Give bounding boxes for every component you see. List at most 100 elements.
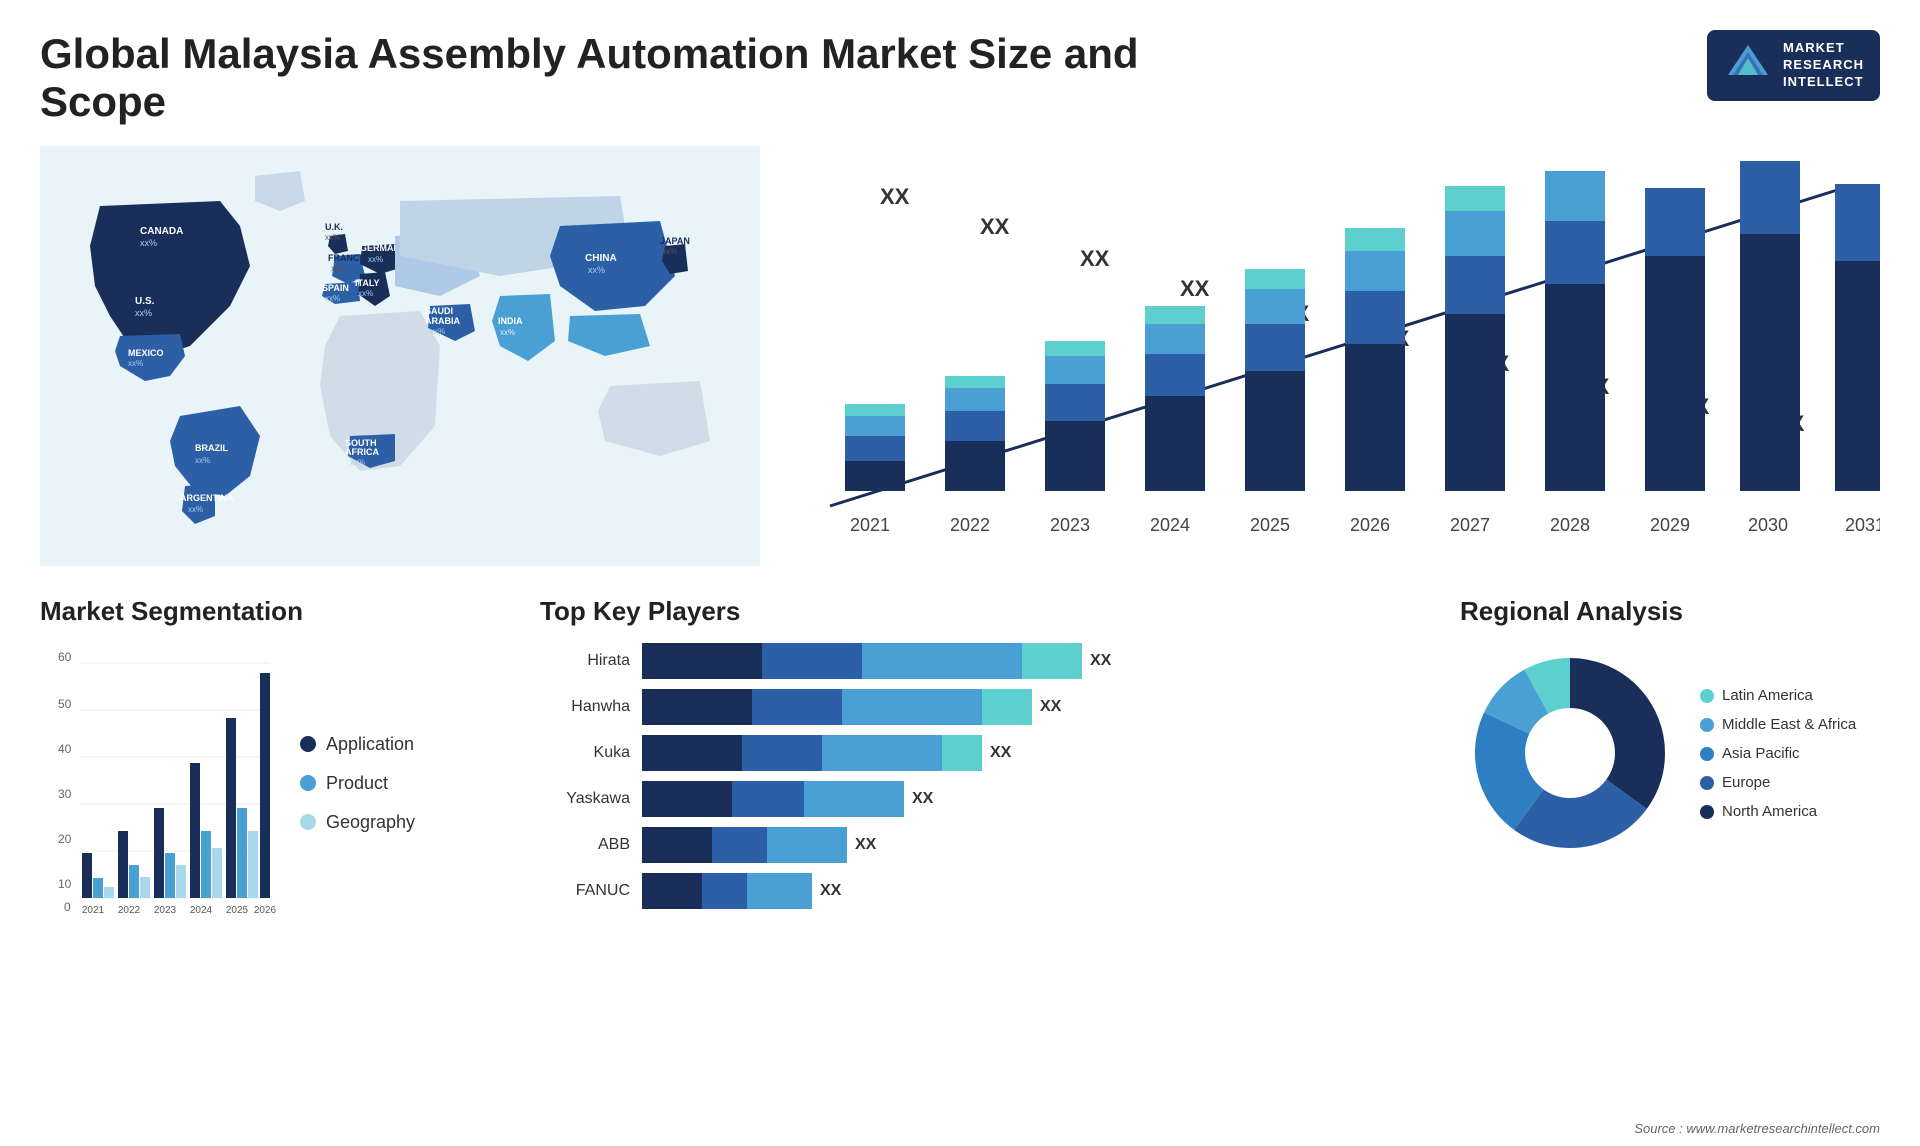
svg-text:xx%: xx% (350, 458, 365, 467)
player-value-hirata: XX (1090, 652, 1111, 670)
svg-text:xx%: xx% (325, 233, 340, 242)
svg-text:2026: 2026 (254, 905, 277, 916)
svg-text:CHINA: CHINA (585, 253, 617, 264)
segmentation-title: Market Segmentation (40, 596, 520, 627)
svg-text:2024: 2024 (1150, 515, 1190, 535)
svg-text:JAPAN: JAPAN (660, 236, 690, 246)
reg-legend-asia-pacific: Asia Pacific (1700, 745, 1856, 762)
svg-text:2031: 2031 (1845, 515, 1880, 535)
svg-text:30: 30 (58, 787, 72, 801)
page-title: Global Malaysia Assembly Automation Mark… (40, 30, 1140, 126)
player-name-abb: ABB (540, 836, 630, 854)
regional-legend: Latin America Middle East & Africa Asia … (1700, 687, 1856, 820)
svg-text:2025: 2025 (226, 905, 249, 916)
svg-text:XX: XX (1080, 246, 1110, 271)
logo-icon (1723, 40, 1773, 90)
header: Global Malaysia Assembly Automation Mark… (40, 30, 1880, 126)
reg-legend-north-america: North America (1700, 803, 1856, 820)
reg-dot-europe (1700, 776, 1714, 790)
reg-dot-latin-america (1700, 689, 1714, 703)
legend-application: Application (300, 734, 415, 755)
players-title: Top Key Players (540, 596, 1440, 627)
svg-text:10: 10 (58, 877, 72, 891)
svg-text:50: 50 (58, 697, 72, 711)
svg-text:2025: 2025 (1250, 515, 1290, 535)
reg-dot-north-america (1700, 805, 1714, 819)
svg-text:BRAZIL: BRAZIL (195, 443, 228, 453)
source-text: Source : www.marketresearchintellect.com (1634, 1121, 1880, 1136)
logo: MARKET RESEARCH INTELLECT (1707, 30, 1880, 101)
svg-text:2026: 2026 (1350, 515, 1390, 535)
legend-dot-geography (300, 814, 316, 830)
player-value-yaskawa: XX (912, 790, 933, 808)
player-row-hirata: Hirata XX (540, 643, 1440, 679)
svg-text:xx%: xx% (188, 505, 203, 514)
player-row-hanwha: Hanwha XX (540, 689, 1440, 725)
svg-text:xx%: xx% (128, 359, 143, 368)
svg-text:2021: 2021 (850, 515, 890, 535)
svg-text:2022: 2022 (118, 905, 141, 916)
svg-text:MEXICO: MEXICO (128, 348, 164, 358)
svg-text:0: 0 (64, 900, 71, 914)
player-row-fanuc: FANUC XX (540, 873, 1440, 909)
regional-section: Regional Analysis (1460, 596, 1880, 946)
svg-text:xx%: xx% (662, 247, 677, 256)
legend-geography: Geography (300, 812, 415, 833)
svg-text:xx%: xx% (140, 238, 157, 248)
player-name-kuka: Kuka (540, 744, 630, 762)
svg-text:AFRICA: AFRICA (345, 447, 379, 457)
svg-text:40: 40 (58, 742, 72, 756)
reg-dot-asia-pacific (1700, 747, 1714, 761)
segmentation-chart: 60 50 40 30 20 10 0 (40, 643, 280, 923)
player-row-yaskawa: Yaskawa XX (540, 781, 1440, 817)
player-name-yaskawa: Yaskawa (540, 790, 630, 808)
growth-bar-chart: XX XX XX XX XX XX XX XX XX XX XX (780, 146, 1880, 566)
svg-text:xx%: xx% (195, 456, 210, 465)
svg-text:ARGENTINA: ARGENTINA (180, 493, 234, 503)
svg-text:SAUDI: SAUDI (425, 306, 453, 316)
logo-text: MARKET RESEARCH INTELLECT (1783, 40, 1864, 91)
svg-text:2022: 2022 (950, 515, 990, 535)
players-section: Top Key Players Hirata XX (540, 596, 1440, 946)
world-map-section: CANADA xx% U.S. xx% MEXICO xx% BRAZIL xx… (40, 146, 760, 566)
svg-text:2028: 2028 (1550, 515, 1590, 535)
svg-text:xx%: xx% (500, 328, 515, 337)
svg-text:xx%: xx% (331, 264, 346, 273)
segmentation-legend: Application Product Geography (300, 643, 415, 923)
reg-legend-europe: Europe (1700, 774, 1856, 791)
segmentation-section: Market Segmentation 60 50 40 30 20 10 0 (40, 596, 520, 946)
player-value-kuka: XX (990, 744, 1011, 762)
player-name-fanuc: FANUC (540, 882, 630, 900)
svg-text:2027: 2027 (1450, 515, 1490, 535)
svg-text:xx%: xx% (358, 289, 373, 298)
players-list: Hirata XX Hanwha (540, 643, 1440, 909)
player-name-hanwha: Hanwha (540, 698, 630, 716)
player-value-abb: XX (855, 836, 876, 854)
regional-content: Latin America Middle East & Africa Asia … (1460, 643, 1880, 863)
player-value-fanuc: XX (820, 882, 841, 900)
player-value-hanwha: XX (1040, 698, 1061, 716)
reg-dot-mea (1700, 718, 1714, 732)
regional-title: Regional Analysis (1460, 596, 1880, 627)
svg-text:xx%: xx% (325, 294, 340, 303)
svg-text:20: 20 (58, 832, 72, 846)
svg-text:xx%: xx% (588, 265, 605, 275)
svg-text:xx%: xx% (368, 255, 383, 264)
svg-text:U.S.: U.S. (135, 296, 155, 307)
svg-text:60: 60 (58, 650, 72, 664)
legend-dot-application (300, 736, 316, 752)
legend-dot-product (300, 775, 316, 791)
svg-text:ARABIA: ARABIA (425, 316, 460, 326)
svg-text:2024: 2024 (190, 905, 213, 916)
player-name-hirata: Hirata (540, 652, 630, 670)
world-map: CANADA xx% U.S. xx% MEXICO xx% BRAZIL xx… (40, 146, 760, 566)
svg-text:INDIA: INDIA (498, 316, 523, 326)
player-row-kuka: Kuka XX (540, 735, 1440, 771)
legend-product: Product (300, 773, 415, 794)
reg-legend-latin-america: Latin America (1700, 687, 1856, 704)
svg-text:2021: 2021 (82, 905, 105, 916)
svg-text:2023: 2023 (1050, 515, 1090, 535)
player-row-abb: ABB XX (540, 827, 1440, 863)
svg-text:XX: XX (880, 184, 910, 209)
svg-text:xx%: xx% (135, 308, 152, 318)
